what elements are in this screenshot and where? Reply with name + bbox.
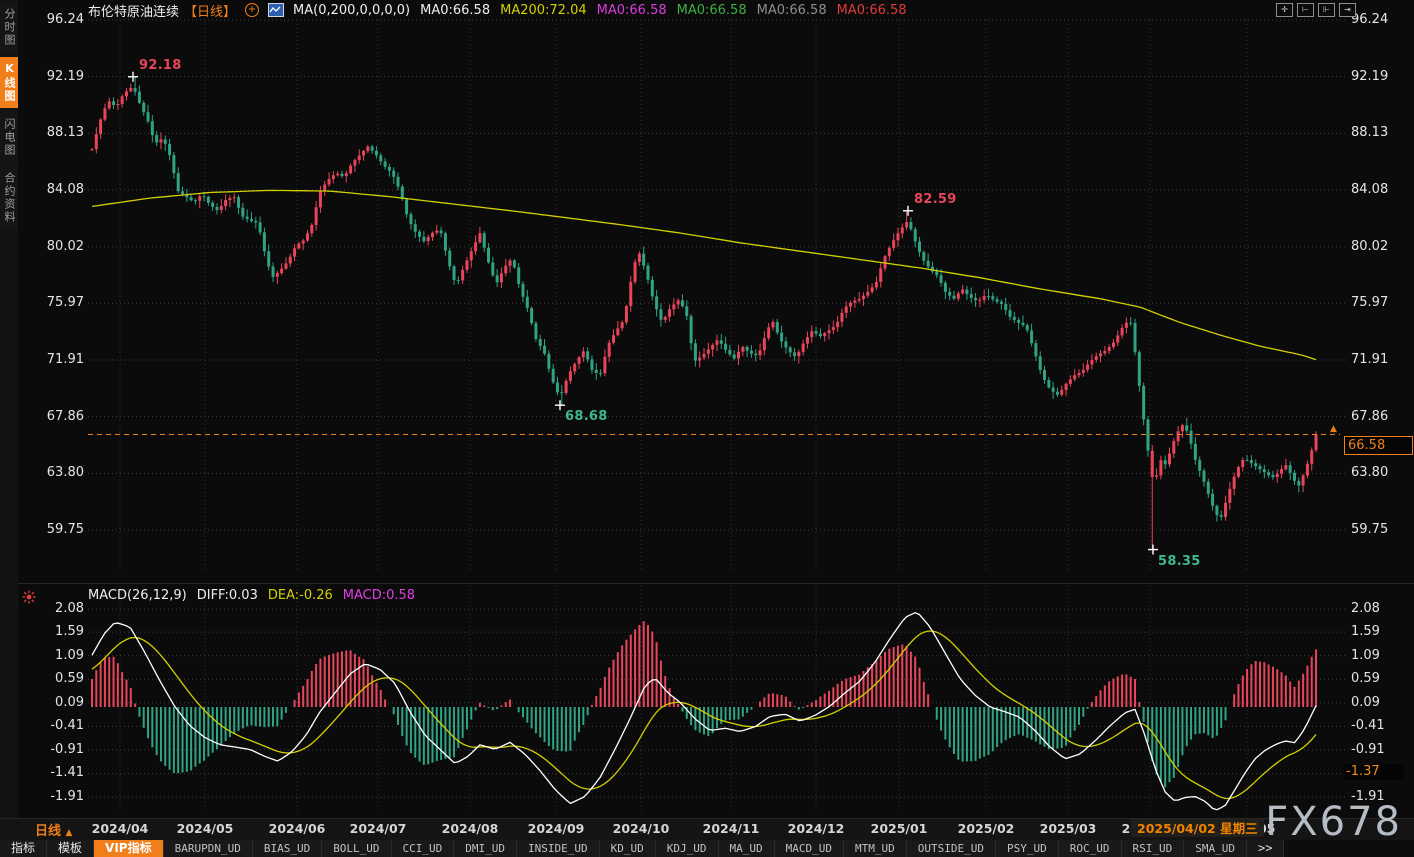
toolbar-item[interactable]: SMA_UD (1184, 840, 1247, 857)
macd-params: MACD(26,12,9) (88, 588, 187, 603)
price-axis-label: 84.08 (1351, 181, 1389, 197)
ma-value: MA200:72.04 (500, 2, 587, 18)
price-axis-label: 63.80 (1351, 465, 1389, 481)
price-axis-label: 59.75 (1351, 522, 1389, 537)
period-tag: 【日线】 (184, 4, 237, 20)
price-extreme-annotation: 68.68 (565, 409, 608, 425)
toolbar-item[interactable]: KD_UD (599, 840, 656, 857)
macd-diff-value: DIFF:0.03 (196, 588, 258, 603)
price-extreme-annotation: 82.59 (914, 191, 957, 207)
date-label: 2024/04 (91, 821, 149, 836)
date-label: 2024/05 (176, 821, 234, 836)
ma-value: MA0:66.58 (756, 2, 827, 18)
fx678-watermark: FX678 (1265, 799, 1402, 845)
date-label: 2024/10 (612, 821, 670, 836)
current-price-tag: 66.58 (1344, 436, 1413, 455)
price-axis-label: 2.08 (1351, 601, 1380, 616)
period-text: 日线 (35, 824, 62, 839)
macd-dea-value: DEA:-0.26 (267, 588, 333, 603)
sidebar-tab[interactable]: 闪电图 (0, 113, 18, 162)
chart-type-sidebar: 分时图 K线图闪电图合约资料 (0, 0, 18, 818)
price-axis-label: 1.59 (1351, 624, 1380, 640)
toolbar-item[interactable]: ROC_UD (1058, 840, 1122, 857)
toolbar-item[interactable]: KDJ_UD (655, 840, 719, 857)
toolbar-item[interactable]: 指标 (0, 840, 48, 857)
candles (90, 76, 1318, 550)
sidebar-tab[interactable]: K线图 (0, 57, 18, 108)
toolbar-item[interactable]: OUTSIDE_UD (906, 840, 996, 857)
macd-chart[interactable] (0, 583, 1414, 820)
price-axis-label: 0.59 (1351, 671, 1380, 687)
ma-readouts: MA(0,200,0,0,0,0) MA0:66.58 MA200:72.04 MA0… (293, 3, 907, 18)
toolbar-item[interactable]: MA_UD (718, 840, 775, 857)
price-extreme-annotation: 92.18 (139, 57, 182, 73)
price-axis-label: 92.19 (1351, 68, 1389, 84)
chart-layout-buttons: ✛ ⊢ ⊩ ⇥ (1276, 3, 1356, 17)
period-arrow-icon: ▲ (65, 828, 73, 838)
macd-hist-value: MACD:0.58 (342, 588, 416, 603)
toolbar-item[interactable]: INSIDE_UD (517, 840, 600, 857)
axis-frame-right-icon[interactable]: ⊩ (1318, 3, 1335, 17)
chart-header: 布伦特原油连续 【日线】 + MA(0,200,0,0,0,0) MA0:66.5… (18, 0, 1414, 20)
date-label: 2024/06 (268, 821, 326, 836)
toolbar-item[interactable]: 模板 (47, 840, 95, 857)
indicator-settings-icon[interactable] (22, 589, 36, 608)
toolbar-item[interactable]: MACD_UD (774, 840, 845, 857)
price-axis-label: 80.02 (1351, 238, 1389, 254)
sidebar-tab[interactable]: 合约资料 (0, 167, 18, 229)
ma-value: MA0:66.58 (676, 2, 747, 18)
toolbar-item[interactable]: DMI_UD (454, 840, 518, 857)
date-label: 2024/09 (527, 821, 585, 836)
price-axis-label: 67.86 (1351, 408, 1389, 424)
ma-value: MA0:66.58 (836, 2, 907, 18)
add-indicator-icon[interactable]: + (245, 3, 260, 17)
price-direction-arrow: ▲ (1330, 424, 1337, 434)
toolbar-item[interactable]: BIAS_UD (252, 840, 323, 857)
price-axis-label: -0.41 (1351, 718, 1385, 734)
macd-histogram (91, 621, 1318, 788)
date-label: 2024/08 (441, 821, 499, 836)
ma200-line (91, 189, 1317, 361)
period-selector[interactable]: 日线 ▲ (35, 820, 72, 839)
price-axis-label: 0.09 (1351, 694, 1380, 710)
toolbar-item[interactable]: PSY_UD (996, 840, 1059, 857)
date-label: 2024/11 (702, 821, 760, 836)
toolbar-item[interactable]: CCI_UD (391, 840, 455, 857)
axis-frame-icon[interactable]: ⊢ (1297, 3, 1314, 17)
date-label: 2025/02 (957, 821, 1015, 836)
cursor-date-readout: 2025/04/02 星期三 (1131, 819, 1264, 837)
price-extreme-annotation: 58.35 (1158, 553, 1201, 569)
ma-value: MA0:66.58 (596, 2, 667, 18)
price-axis-label: 1.09 (1351, 647, 1380, 663)
pane-expand-icon[interactable]: ⇥ (1339, 3, 1356, 17)
instrument-title: 布伦特原油连续 (88, 4, 180, 20)
macd-readout: MACD(26,12,9) DIFF:0.03 DEA:-0.26 MACD:0… (88, 588, 415, 603)
macd-cursor-tag: -1.37 (1344, 763, 1404, 780)
price-axis-label: -0.91 (1351, 741, 1385, 757)
price-chart[interactable] (0, 0, 1414, 583)
sidebar-tab[interactable]: 分时图 (0, 3, 18, 52)
price-axis-label: 75.97 (1351, 295, 1389, 311)
date-label: 2025/03 (1039, 821, 1097, 836)
charting-app: 分时图 K线图闪电图合约资料 布伦特原油连续 【日线】 + MA(0,200,0,… (0, 0, 1414, 857)
date-label: 2024/07 (349, 821, 407, 836)
ma-value: MA(0,200,0,0,0,0) (293, 2, 411, 18)
toolbar-item[interactable]: BOLL_UD (322, 840, 392, 857)
price-axis-label: 88.13 (1351, 125, 1389, 141)
toolbar-item[interactable]: MTM_UD (844, 840, 907, 857)
line-chart-icon[interactable] (268, 3, 285, 17)
ma-value: MA0:66.58 (420, 2, 491, 18)
toolbar-item[interactable]: RSI_UD (1121, 840, 1185, 857)
date-label: 2024/12 (787, 821, 845, 836)
indicator-toolbar: 指标 模板 VIP指标 BARUPDN_UD BIAS_UD BOLL_UD CCI_UD D… (0, 840, 1414, 857)
toolbar-item[interactable]: VIP指标 (94, 840, 164, 857)
move-crosshair-icon[interactable]: ✛ (1276, 3, 1293, 17)
toolbar-item[interactable]: BARUPDN_UD (163, 840, 253, 857)
date-label: 2025/01 (870, 821, 928, 836)
price-axis-label: 71.91 (1351, 352, 1389, 368)
